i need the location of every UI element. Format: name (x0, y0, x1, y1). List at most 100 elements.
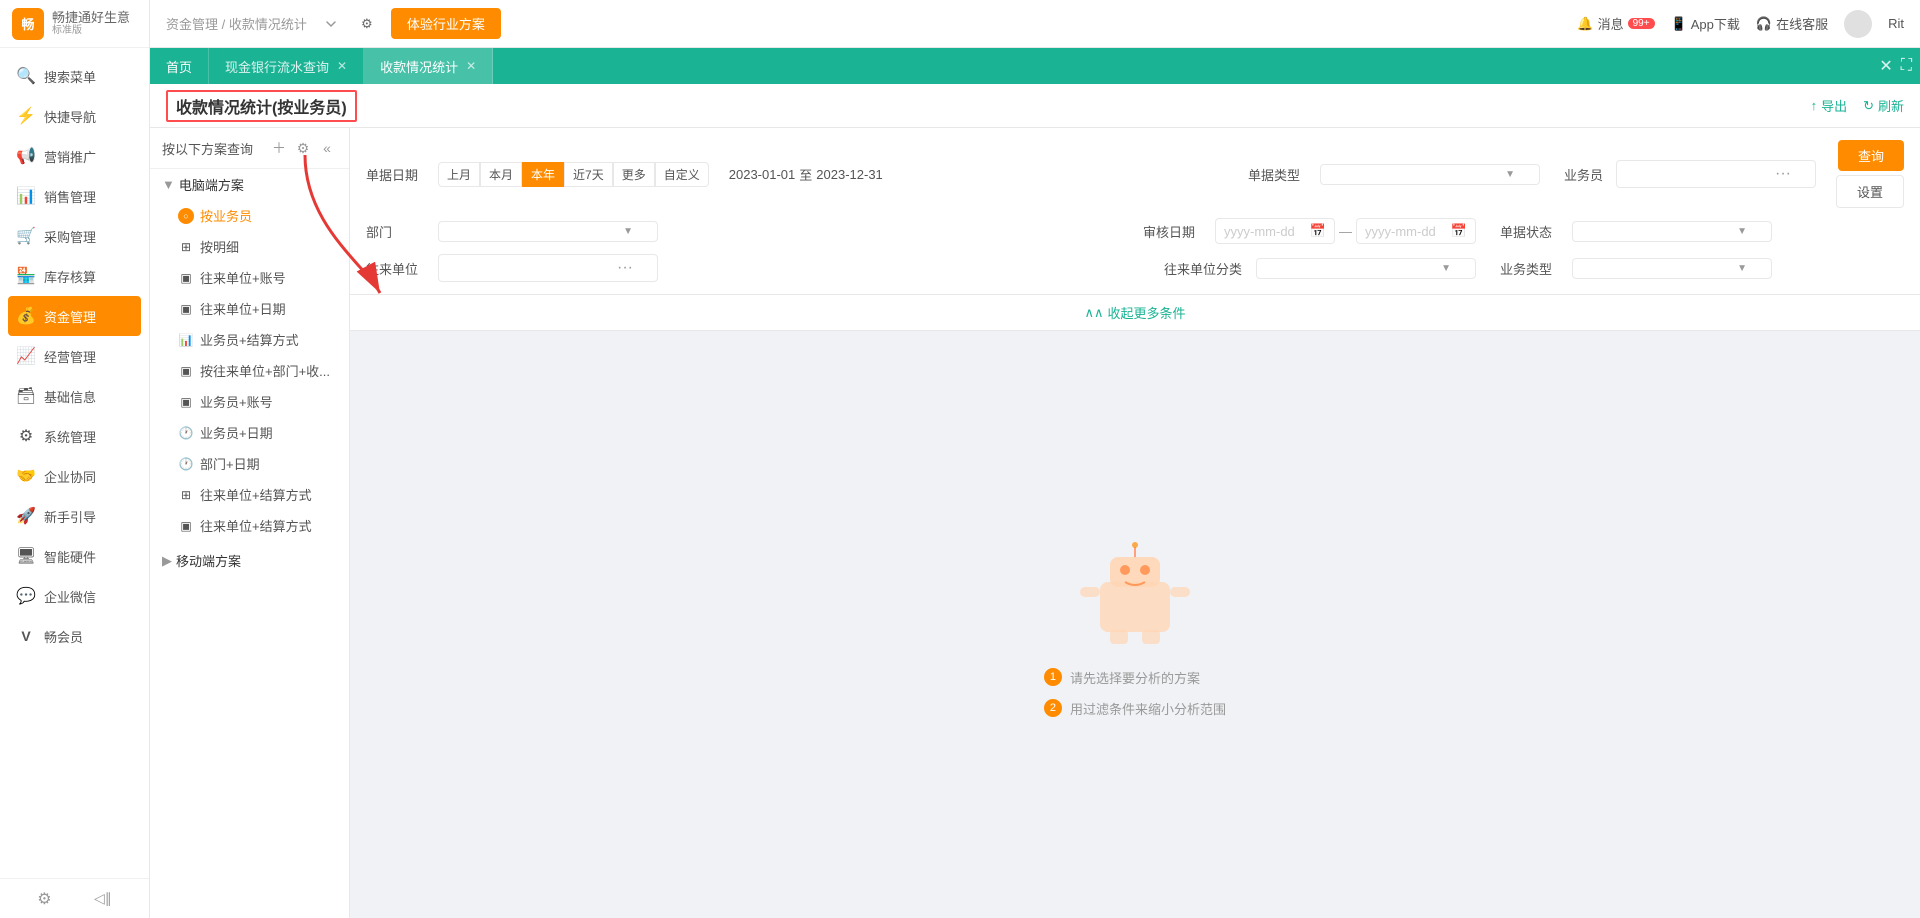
query-button[interactable]: 查询 (1838, 140, 1904, 171)
scheme-item-unit-settlement2[interactable]: ▣ 往来单位+结算方式 (150, 510, 349, 541)
scheme-item-unit-dept[interactable]: ▣ 按往来单位+部门+收... (150, 355, 349, 386)
dept-arrow: ▼ (623, 226, 633, 237)
partner-category-select[interactable]: ▼ (1256, 258, 1476, 279)
review-date-from[interactable]: yyyy-mm-dd 📅 (1215, 218, 1335, 244)
scheme-group-mobile-title[interactable]: ▶ 移动端方案 (150, 545, 349, 576)
doc-status-select[interactable]: ▼ (1572, 221, 1772, 242)
scheme-item-unit-settlement1[interactable]: ⊞ 往来单位+结算方式 (150, 479, 349, 510)
left-panel: 按以下方案查询 ＋ ⚙ « ▼ 电脑端方案 ○ 按业务员 ⊞ (150, 128, 350, 918)
dept-select[interactable]: ▼ (438, 221, 658, 242)
sidebar-item-search[interactable]: 🔍 搜索菜单 (0, 56, 149, 96)
sidebar-item-operation[interactable]: 📈 经营管理 (0, 336, 149, 376)
sidebar-item-purchase[interactable]: 🛒 采购管理 (0, 216, 149, 256)
unit-settlement2-icon: ▣ (178, 518, 194, 534)
salesperson-active-icon: ○ (178, 208, 194, 224)
tab-collection[interactable]: 收款情况统计 ✕ (364, 48, 493, 84)
phone-icon: 📱 (1671, 16, 1687, 32)
scheme-item-unit-account[interactable]: ▣ 往来单位+账号 (150, 262, 349, 293)
doc-type-select[interactable]: ▼ (1320, 164, 1540, 185)
tab-bank-close[interactable]: ✕ (337, 59, 347, 73)
scheme-item-detail[interactable]: ⊞ 按明细 (150, 231, 349, 262)
refresh-button[interactable]: ↻ 刷新 (1863, 96, 1904, 115)
online-service-button[interactable]: 🎧 在线客服 (1756, 14, 1828, 33)
partner-more[interactable]: ··· (617, 259, 633, 277)
scheme-item-salesperson-settlement[interactable]: 📊 业务员+结算方式 (150, 324, 349, 355)
sidebar-item-system[interactable]: ⚙ 系统管理 (0, 416, 149, 456)
tab-bank[interactable]: 现金银行流水查询 ✕ (209, 48, 364, 84)
page-title: 收款情况统计(按业务员) (166, 90, 357, 122)
user-avatar[interactable] (1844, 10, 1872, 38)
add-scheme-button[interactable]: ＋ (269, 138, 289, 158)
sidebar-item-inventory[interactable]: 🏪 库存核算 (0, 256, 149, 296)
sidebar-item-wechat[interactable]: 💬 企业微信 (0, 576, 149, 616)
app-download-button[interactable]: 📱 App下载 (1671, 14, 1740, 33)
collapse-panel-button[interactable]: « (317, 138, 337, 158)
collapse-sidebar-icon[interactable]: ◁∥ (94, 890, 112, 907)
left-panel-actions: ＋ ⚙ « (269, 138, 337, 158)
guide-icon: 🚀 (16, 506, 36, 526)
trial-button[interactable]: 体验行业方案 (391, 8, 501, 39)
export-button[interactable]: ↑ 导出 (1811, 96, 1848, 115)
header-settings-icon[interactable]: ⚙ (355, 12, 379, 36)
salesperson-select[interactable]: ··· (1616, 160, 1816, 188)
tab-close-all-icon[interactable]: ✕ (1879, 56, 1892, 76)
tab-collection-close[interactable]: ✕ (466, 59, 476, 73)
messages-button[interactable]: 🔔 消息 99+ (1577, 14, 1654, 33)
tab-home[interactable]: 首页 (150, 48, 209, 84)
sidebar-item-enterprise[interactable]: 🤝 企业协同 (0, 456, 149, 496)
date-label: 单据日期 (366, 165, 426, 184)
sidebar-nav: 🔍 搜索菜单 ⚡ 快捷导航 📢 营销推广 📊 销售管理 🛒 采购管理 🏪 库存核… (0, 48, 149, 878)
scheme-item-salesperson-date[interactable]: 🕐 业务员+日期 (150, 417, 349, 448)
scheme-item-salesperson-account[interactable]: ▣ 业务员+账号 (150, 386, 349, 417)
salesperson-more[interactable]: ··· (1775, 165, 1791, 183)
page-header-actions: ↑ 导出 ↻ 刷新 (1811, 96, 1904, 115)
date-tab-custom[interactable]: 自定义 (655, 162, 709, 187)
partner-category-arrow: ▼ (1441, 263, 1451, 274)
right-panel: 单据日期 上月 本月 本年 近7天 更多 自定义 2023-01-01 至 20… (350, 128, 1920, 918)
date-tab-this-month[interactable]: 本月 (480, 162, 522, 187)
partner-select[interactable]: ··· (438, 254, 658, 282)
enterprise-icon: 🤝 (16, 466, 36, 486)
content-area: 按以下方案查询 ＋ ⚙ « ▼ 电脑端方案 ○ 按业务员 ⊞ (150, 128, 1920, 918)
tab-expand-icon[interactable]: ⛶ (1901, 57, 1912, 75)
empty-steps: 1 请先选择要分析的方案 2 用过滤条件来缩小分析范围 (1044, 668, 1226, 718)
scheme-item-unit-date[interactable]: ▣ 往来单位+日期 (150, 293, 349, 324)
scheme-settings-button[interactable]: ⚙ (293, 138, 313, 158)
review-date-to[interactable]: yyyy-mm-dd 📅 (1356, 218, 1476, 244)
date-tab-more[interactable]: 更多 (613, 162, 655, 187)
dropdown-icon[interactable] (319, 12, 343, 36)
scheme-item-salesperson[interactable]: ○ 按业务员 (150, 200, 349, 231)
sidebar-item-base[interactable]: 🗃 基础信息 (0, 376, 149, 416)
sidebar-item-hardware[interactable]: 🖥 智能硬件 (0, 536, 149, 576)
date-tab-this-year[interactable]: 本年 (522, 162, 564, 187)
sidebar-item-quicknav[interactable]: ⚡ 快捷导航 (0, 96, 149, 136)
filter-row-3: 往来单位 ··· 往来单位分类 ▼ 业务类型 ▼ (366, 254, 1904, 282)
sidebar-item-vip[interactable]: V 畅会员 (0, 616, 149, 656)
filter-row-2: 部门 ▼ 审核日期 yyyy-mm-dd 📅 — yy (366, 218, 1904, 244)
salesperson-settlement-icon: 📊 (178, 332, 194, 348)
date-tab-last7days[interactable]: 近7天 (564, 162, 613, 187)
scheme-group-pc-title[interactable]: ▼ 电脑端方案 (150, 169, 349, 200)
settings-footer-icon[interactable]: ⚙ (37, 889, 51, 909)
sales-icon: 📊 (16, 186, 36, 206)
sidebar-item-guide[interactable]: 🚀 新手引导 (0, 496, 149, 536)
sidebar-item-marketing[interactable]: 📢 营销推广 (0, 136, 149, 176)
doc-type-label: 单据类型 (1248, 165, 1308, 184)
biz-type-label: 业务类型 (1500, 259, 1560, 278)
biz-type-select[interactable]: ▼ (1572, 258, 1772, 279)
settings-button[interactable]: 设置 (1836, 175, 1904, 208)
sidebar-item-finance[interactable]: 💰 资金管理 (8, 296, 141, 336)
sidebar-item-sales[interactable]: 📊 销售管理 (0, 176, 149, 216)
logo-text: 畅捷通好生意 标准版 (52, 10, 130, 38)
empty-robot-image (1075, 532, 1195, 652)
system-icon: ⚙ (16, 426, 36, 446)
message-badge: 99+ (1628, 18, 1655, 29)
inventory-icon: 🏪 (16, 266, 36, 286)
scheme-item-dept-date[interactable]: 🕐 部门+日期 (150, 448, 349, 479)
filter-area: 单据日期 上月 本月 本年 近7天 更多 自定义 2023-01-01 至 20… (350, 128, 1920, 295)
left-panel-header: 按以下方案查询 ＋ ⚙ « (150, 128, 349, 169)
collapse-button[interactable]: ∧∧ 收起更多条件 (350, 295, 1920, 331)
unit-dept-icon: ▣ (178, 363, 194, 379)
filter-action-buttons: 查询 设置 (1828, 140, 1904, 208)
date-tab-prev-month[interactable]: 上月 (438, 162, 480, 187)
